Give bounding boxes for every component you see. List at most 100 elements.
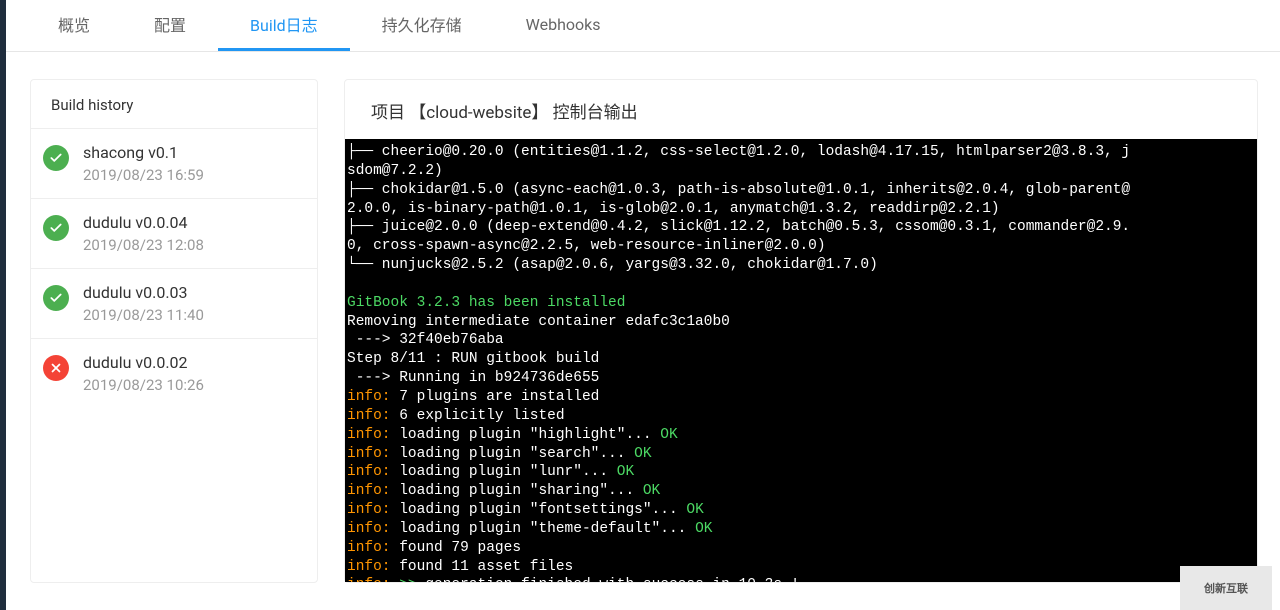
console-segment: OK [643,483,660,499]
console-segment: sdom@7.2.2) [347,163,443,179]
console-segment: found 79 pages [391,540,522,556]
console-output[interactable]: ├── cheerio@0.20.0 (entities@1.1.2, css-… [345,139,1257,582]
console-segment: info: [347,427,391,443]
tab-overview[interactable]: 概览 [26,0,122,51]
watermark-badge: 创新互联 [1180,566,1272,610]
console-line: └── nunjucks@2.5.2 (asap@2.0.6, yargs@3.… [345,256,1257,275]
console-line: info: loading plugin "sharing"... OK [345,482,1257,501]
console-segment: loading plugin "theme-default"... [391,521,696,537]
console-segment: info: [347,483,391,499]
console-segment: OK [686,502,703,518]
console-line: info: found 79 pages [345,539,1257,558]
tab-webhooks[interactable]: Webhooks [494,0,633,51]
console-segment: └── nunjucks@2.5.2 (asap@2.0.6, yargs@3.… [347,257,878,273]
console-line [345,275,1257,294]
console-line: sdom@7.2.2) [345,162,1257,181]
console-line: info: 6 explicitly listed [345,407,1257,426]
console-segment: ---> 32f40eb76aba [347,332,504,348]
build-history-title: shacong v0.1 [83,143,204,162]
console-segment: OK [634,446,651,462]
console-line: ---> Running in b924736de655 [345,369,1257,388]
build-history-title: dudulu v0.0.02 [83,353,204,372]
console-segment: loading plugin "lunr"... [391,464,617,480]
console-line: info: loading plugin "lunr"... OK [345,463,1257,482]
console-segment: loading plugin "search"... [391,446,635,462]
build-history-time: 2019/08/23 16:59 [83,166,204,184]
tab-build-log[interactable]: Build日志 [218,0,350,51]
console-line: ├── chokidar@1.5.0 (async-each@1.0.3, pa… [345,181,1257,200]
console-panel: 项目 【cloud-website】 控制台输出 ├── cheerio@0.2… [344,79,1258,583]
console-segment: info: [347,559,391,575]
check-icon [43,215,69,241]
console-segment: info: [347,521,391,537]
console-segment: info: [347,502,391,518]
build-history-header: Build history [31,80,317,128]
console-line: info: loading plugin "highlight"... OK [345,426,1257,445]
build-history-text: shacong v0.1 2019/08/23 16:59 [83,143,204,184]
console-segment: 6 explicitly listed [391,408,565,424]
console-segment: info: [347,446,391,462]
console-segment: info: [347,389,391,405]
content-area: Build history shacong v0.1 2019/08/23 16:… [0,52,1280,583]
build-history-list: shacong v0.1 2019/08/23 16:59 dudulu v0.0.… [31,128,317,408]
build-history-text: dudulu v0.0.02 2019/08/23 10:26 [83,353,204,394]
console-line: ├── juice@2.0.0 (deep-extend@0.4.2, slic… [345,218,1257,237]
console-segment: ├── juice@2.0.0 (deep-extend@0.4.2, slic… [347,219,1130,235]
tab-storage[interactable]: 持久化存储 [350,0,494,51]
left-edge-decoration [0,0,6,610]
console-segment: 7 plugins are installed [391,389,600,405]
build-history-text: dudulu v0.0.032019/08/23 11:40 [83,283,204,324]
console-header: 项目 【cloud-website】 控制台输出 [345,80,1257,139]
console-line: info: >> generation finished with succes… [345,576,1257,582]
check-icon [43,145,69,171]
console-segment: info: [347,408,391,424]
build-history-title: dudulu v0.0.04 [83,213,204,232]
console-segment: >> [391,577,417,582]
build-history-panel: Build history shacong v0.1 2019/08/23 16:… [30,79,318,583]
console-segment: OK [660,427,677,443]
console-segment: GitBook 3.2.3 has been installed [347,295,625,311]
build-history-time: 2019/08/23 10:26 [83,376,204,394]
console-segment: loading plugin "fontsettings"... [391,502,687,518]
console-segment: OK [695,521,712,537]
build-history-item[interactable]: dudulu v0.0.04 2019/08/23 12:08 [31,198,317,268]
console-line: info: loading plugin "fontsettings"... O… [345,501,1257,520]
console-segment: ---> Running in b924736de655 [347,370,599,386]
build-history-title: dudulu v0.0.03 [83,283,204,302]
console-line: 0, cross-spawn-async@2.2.5, web-resource… [345,237,1257,256]
console-segment: OK [617,464,634,480]
console-segment: generation finished with success in 10.3… [417,577,800,582]
console-segment: 0, cross-spawn-async@2.2.5, web-resource… [347,238,826,254]
console-line: info: loading plugin "search"... OK [345,445,1257,464]
console-segment: info: [347,464,391,480]
console-segment: ├── chokidar@1.5.0 (async-each@1.0.3, pa… [347,182,1130,198]
console-segment: info: [347,540,391,556]
console-line: Removing intermediate container edafc3c1… [345,313,1257,332]
console-line: Step 8/11 : RUN gitbook build [345,350,1257,369]
build-history-item[interactable]: dudulu v0.0.032019/08/23 11:40 [31,268,317,338]
console-segment: loading plugin "highlight"... [391,427,661,443]
console-line: info: loading plugin "theme-default"... … [345,520,1257,539]
console-line: 2.0.0, is-binary-path@1.0.1, is-glob@2.0… [345,200,1257,219]
console-segment: loading plugin "sharing"... [391,483,643,499]
tab-config[interactable]: 配置 [122,0,218,51]
build-history-time: 2019/08/23 12:08 [83,236,204,254]
close-icon [43,355,69,381]
build-history-item[interactable]: shacong v0.1 2019/08/23 16:59 [31,128,317,198]
build-history-item[interactable]: dudulu v0.0.02 2019/08/23 10:26 [31,338,317,408]
console-line: ├── cheerio@0.20.0 (entities@1.1.2, css-… [345,143,1257,162]
console-segment: Removing intermediate container edafc3c1… [347,314,730,330]
console-line: ---> 32f40eb76aba [345,331,1257,350]
console-segment: found 11 asset files [391,559,574,575]
console-segment: ├── cheerio@0.20.0 (entities@1.1.2, css-… [347,144,1130,160]
console-segment: info: [347,577,391,582]
console-segment: Step 8/11 : RUN gitbook build [347,351,599,367]
console-segment [347,276,356,292]
console-segment: 2.0.0, is-binary-path@1.0.1, is-glob@2.0… [347,201,1000,217]
tabs-bar: 概览 配置 Build日志 持久化存储 Webhooks [6,0,1280,52]
build-history-text: dudulu v0.0.04 2019/08/23 12:08 [83,213,204,254]
check-icon [43,285,69,311]
console-line: info: found 11 asset files [345,558,1257,577]
console-line: info: 7 plugins are installed [345,388,1257,407]
console-line: GitBook 3.2.3 has been installed [345,294,1257,313]
